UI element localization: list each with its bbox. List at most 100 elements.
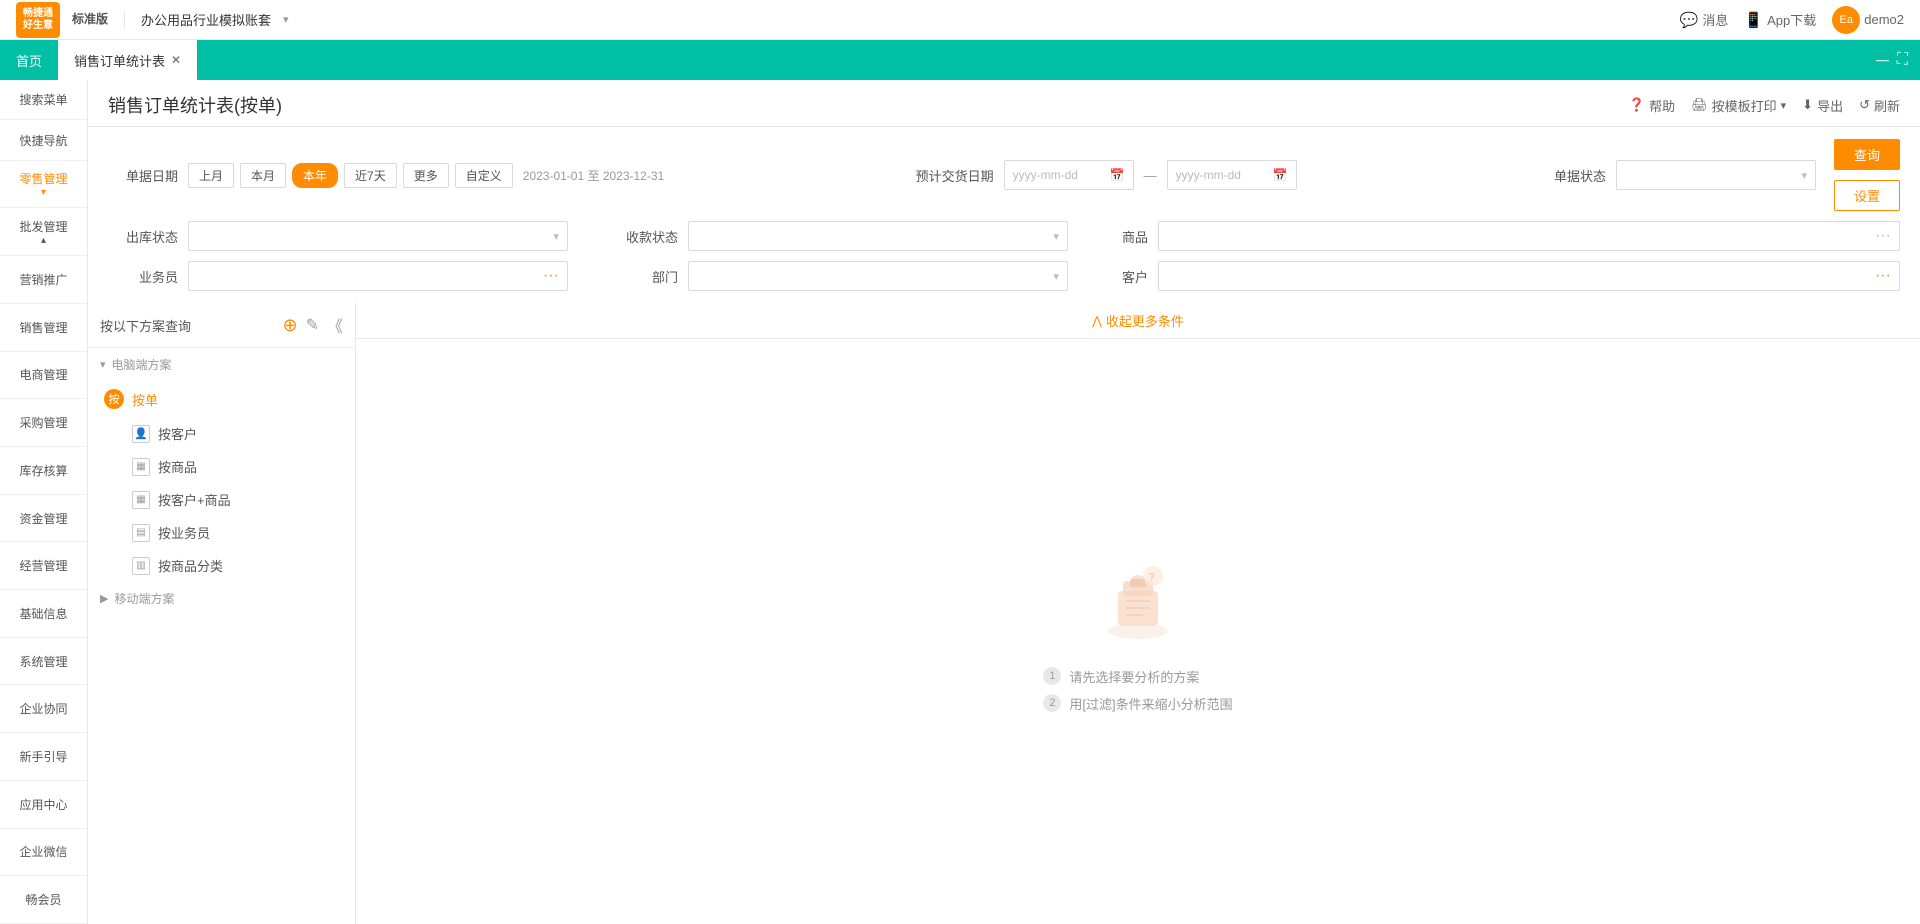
customer-input[interactable]: ···: [1158, 261, 1900, 291]
tree-item-by-customer-goods[interactable]: ▦ 按客户+商品: [88, 483, 355, 516]
status-select[interactable]: ▾: [1616, 160, 1816, 190]
receive-status-select[interactable]: ▾: [688, 221, 1068, 251]
app-icon: 📱: [1744, 11, 1763, 29]
left-panel-title: 按以下方案查询: [100, 316, 191, 335]
sidebar-item-ecommerce[interactable]: 电商管理: [0, 352, 87, 400]
company-dropdown-icon[interactable]: ▾: [283, 13, 289, 26]
logo: 畅捷通好生意: [16, 2, 60, 38]
empty-state: ? 1 请先选择要分析的方案 2 用[过滤]条件来缩小分析范围: [356, 339, 1920, 924]
sidebar-item-marketing[interactable]: 营销推广: [0, 256, 87, 304]
version-label: 标准版: [72, 12, 108, 26]
help-label: 帮助: [1649, 96, 1675, 115]
sidebar-item-member[interactable]: 畅会员: [0, 876, 87, 924]
sidebar-item-wholesale[interactable]: 批发管理 ▴: [0, 208, 87, 256]
maximize-icon[interactable]: ⛶: [1897, 51, 1908, 69]
date-dash: —: [1144, 168, 1157, 183]
date-btn-more[interactable]: 更多: [403, 163, 449, 188]
date-btn-7days[interactable]: 近7天: [344, 163, 397, 188]
tree-item-by-category[interactable]: ▥ 按商品分类: [88, 549, 355, 582]
staff-input[interactable]: ···: [188, 261, 568, 291]
settings-button[interactable]: 设置: [1834, 180, 1900, 211]
app-download-button[interactable]: 📱 App下载: [1744, 10, 1816, 29]
divider: [124, 12, 125, 28]
tree-item-by-staff[interactable]: ▤ 按业务员: [88, 516, 355, 549]
topbar-left: 畅捷通好生意 标准版 办公用品行业模拟账套 ▾: [16, 2, 289, 38]
refresh-icon: ↺: [1859, 97, 1870, 113]
sidebar-item-operation[interactable]: 经营管理: [0, 542, 87, 590]
chevron-up-icon: ⋀: [1092, 314, 1102, 328]
edit-scheme-icon[interactable]: ✎: [306, 315, 319, 335]
company-title: 办公用品行业模拟账套: [141, 10, 271, 29]
collapse-bar[interactable]: ⋀ 收起更多条件: [356, 303, 1920, 339]
sidebar-item-wechat[interactable]: 企业微信: [0, 829, 87, 877]
print-dropdown-icon: ▾: [1781, 99, 1787, 112]
tip-num-1: 1: [1043, 667, 1061, 685]
dept-label: 部门: [608, 267, 678, 286]
by-category-label: 按商品分类: [158, 556, 223, 575]
date-label: 单据日期: [108, 166, 178, 185]
date-btn-last-month[interactable]: 上月: [188, 163, 234, 188]
empty-tip-1: 1 请先选择要分析的方案: [1043, 667, 1232, 686]
main-layout: 搜索菜单 快捷导航 零售管理 ▾ 批发管理 ▴ 营销推广 销售管理 电商管理 采…: [0, 80, 1920, 924]
export-button[interactable]: ⬇ 导出: [1802, 96, 1843, 115]
logo-text: 畅捷通好生意: [23, 8, 53, 32]
sidebar-quick-nav[interactable]: 快捷导航: [0, 120, 87, 160]
username: demo2: [1864, 12, 1904, 27]
expected-date-end[interactable]: yyyy-mm-dd 📅: [1167, 160, 1297, 190]
sidebar-item-retail[interactable]: 零售管理 ▾: [0, 161, 87, 209]
sidebar-item-inventory[interactable]: 库存核算: [0, 447, 87, 495]
dept-arrow: ▾: [1053, 270, 1059, 283]
by-staff-label: 按业务员: [158, 523, 210, 542]
sidebar-item-apps[interactable]: 应用中心: [0, 781, 87, 829]
expected-date-start[interactable]: yyyy-mm-dd 📅: [1004, 160, 1134, 190]
user-avatar-area[interactable]: Ea demo2: [1832, 6, 1904, 34]
action-buttons: 查询 设置: [1834, 139, 1900, 211]
by-customer-goods-icon: ▦: [132, 491, 150, 509]
tree-item-by-goods[interactable]: ▦ 按商品: [88, 450, 355, 483]
tab-sales-order[interactable]: 销售订单统计表 ✕: [58, 40, 197, 80]
date-btn-this-month[interactable]: 本月: [240, 163, 286, 188]
sidebar-item-sales[interactable]: 销售管理: [0, 304, 87, 352]
add-scheme-icon[interactable]: ⊕: [282, 315, 297, 336]
sidebar-item-guide[interactable]: 新手引导: [0, 733, 87, 781]
goods-input[interactable]: ···: [1158, 221, 1900, 251]
sidebar: 搜索菜单 快捷导航 零售管理 ▾ 批发管理 ▴ 营销推广 销售管理 电商管理 采…: [0, 80, 88, 924]
sidebar-item-finance[interactable]: 资金管理: [0, 495, 87, 543]
basic-label: 基础信息: [19, 605, 67, 622]
tip-text-1: 请先选择要分析的方案: [1069, 667, 1199, 686]
pc-section[interactable]: ▾ 电脑端方案: [88, 348, 355, 381]
retail-label: 零售管理: [19, 170, 67, 187]
message-button[interactable]: 💬 消息: [1680, 10, 1729, 29]
help-button[interactable]: ❓ 帮助: [1629, 96, 1675, 115]
query-button[interactable]: 查询: [1834, 139, 1900, 170]
print-button[interactable]: 🖨 按模板打印 ▾: [1691, 96, 1786, 115]
dept-select[interactable]: ▾: [688, 261, 1068, 291]
empty-tip-2: 2 用[过滤]条件来缩小分析范围: [1043, 694, 1232, 713]
refresh-label: 刷新: [1874, 96, 1900, 115]
out-status-select[interactable]: ▾: [188, 221, 568, 251]
collapse-left-icon[interactable]: 《: [327, 313, 343, 337]
sidebar-item-system[interactable]: 系统管理: [0, 638, 87, 686]
tab-close-icon[interactable]: ✕: [171, 53, 181, 67]
tree-item-by-customer[interactable]: 👤 按客户: [88, 417, 355, 450]
date-btn-custom[interactable]: 自定义: [455, 163, 513, 188]
sidebar-item-basic[interactable]: 基础信息: [0, 590, 87, 638]
left-panel: 按以下方案查询 ⊕ ✎ 《 ▾ 电脑端方案 按 按单: [88, 303, 356, 924]
help-icon: ❓: [1629, 97, 1645, 113]
minimize-icon[interactable]: ─: [1876, 50, 1889, 71]
refresh-button[interactable]: ↺ 刷新: [1859, 96, 1900, 115]
receive-status-label: 收款状态: [608, 227, 678, 246]
export-label: 导出: [1817, 96, 1843, 115]
tree-item-by-order[interactable]: 按 按单: [88, 381, 355, 417]
tab-home[interactable]: 首页: [0, 40, 58, 80]
sidebar-search[interactable]: 搜索菜单: [0, 80, 87, 120]
sidebar-item-purchase[interactable]: 采购管理: [0, 399, 87, 447]
staff-label: 业务员: [108, 267, 178, 286]
filter-section: 单据日期 上月 本月 本年 近7天 更多 自定义 2023-01-01 至 20…: [88, 127, 1920, 303]
date-start-placeholder: yyyy-mm-dd: [1013, 168, 1078, 182]
message-label: 消息: [1702, 10, 1728, 29]
right-content: ⋀ 收起更多条件: [356, 303, 1920, 924]
sidebar-item-enterprise[interactable]: 企业协同: [0, 685, 87, 733]
date-btn-this-year[interactable]: 本年: [292, 163, 338, 188]
mobile-section[interactable]: ▶ 移动端方案: [88, 582, 355, 615]
